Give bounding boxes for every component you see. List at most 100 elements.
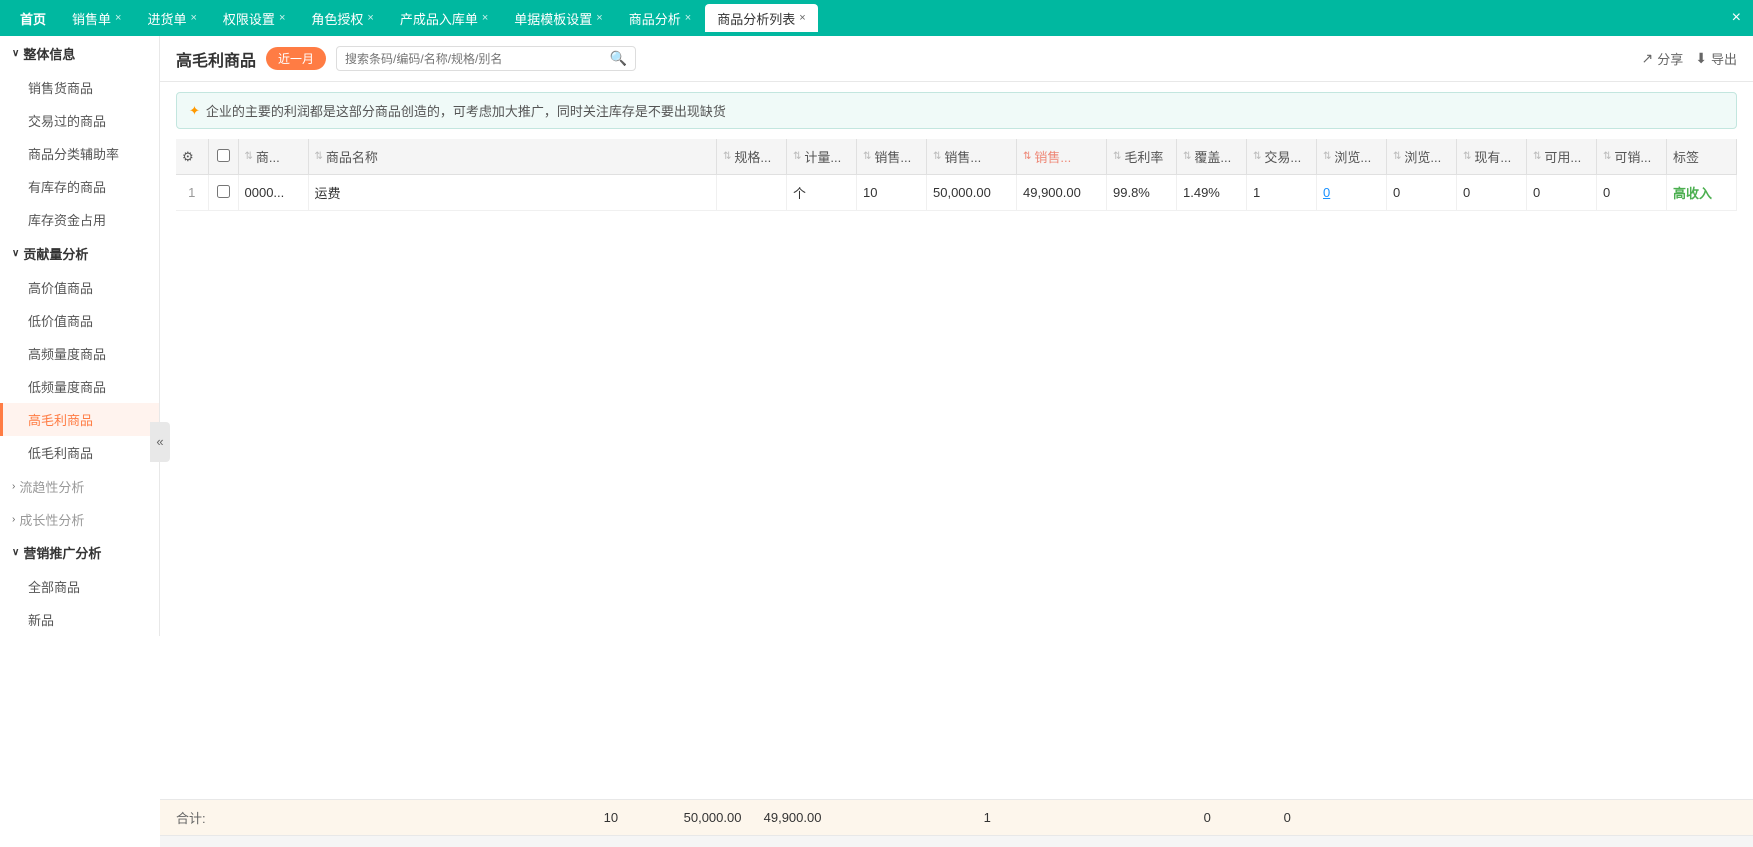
td-spec: [717, 175, 787, 211]
search-input[interactable]: [345, 52, 604, 66]
th-browse1[interactable]: ⇅浏览...: [1317, 139, 1387, 175]
th-sellable[interactable]: ⇅可销...: [1597, 139, 1667, 175]
sidebar-item-high-value[interactable]: 高价值商品: [0, 271, 159, 304]
info-icon: ✦: [189, 103, 200, 119]
td-browse1[interactable]: 0: [1317, 175, 1387, 211]
th-sort-icon: ⇅: [793, 151, 801, 162]
table-header-row: ⚙ ⇅商... ⇅商品名称 ⇅规格...: [176, 139, 1737, 175]
nav-tab-permission-label: 权限设置: [223, 9, 275, 28]
arrow-icon-trend: ›: [12, 481, 15, 492]
nav-tab-purchase[interactable]: 进货单 ×: [135, 4, 208, 32]
td-available: 0: [1527, 175, 1597, 211]
nav-tab-home-label: 首页: [20, 9, 46, 28]
bottom-scrollbar[interactable]: [160, 835, 1753, 847]
nav-tab-analysis-label: 商品分析: [629, 9, 681, 28]
th-sort-icon: ⇅: [1183, 151, 1191, 162]
th-current-stock[interactable]: ⇅现有...: [1457, 139, 1527, 175]
arrow-icon-marketing: ∨: [12, 547, 19, 558]
share-button[interactable]: ↗ 分享: [1642, 49, 1684, 68]
footer-label: 合计:: [176, 808, 206, 827]
th-sort-icon: ⇅: [1253, 151, 1261, 162]
sidebar-group-growth[interactable]: › 成长性分析: [0, 502, 159, 535]
share-icon: ↗: [1642, 50, 1654, 67]
page-title: 高毛利商品: [176, 47, 256, 71]
sidebar-item-traded-goods[interactable]: 交易过的商品: [0, 104, 159, 137]
nav-tab-template-close[interactable]: ×: [596, 12, 602, 24]
nav-tab-product-storage[interactable]: 产成品入库单 ×: [388, 4, 500, 32]
th-sales-amount[interactable]: ⇅销售...: [927, 139, 1017, 175]
th-available[interactable]: ⇅可用...: [1527, 139, 1597, 175]
header-actions: ↗ 分享 ⬇ 导出: [1642, 49, 1738, 68]
sidebar-item-low-freq[interactable]: 低频量度商品: [0, 370, 159, 403]
select-all-checkbox[interactable]: [217, 149, 230, 162]
sidebar-group-marketing[interactable]: ∨ 营销推广分析: [0, 535, 159, 570]
search-box[interactable]: 🔍: [336, 46, 636, 71]
nav-tab-analysis-close[interactable]: ×: [685, 12, 691, 24]
th-name[interactable]: ⇅商品名称: [308, 139, 717, 175]
sidebar-item-sales-goods[interactable]: 销售货商品: [0, 71, 159, 104]
sidebar-item-low-margin[interactable]: 低毛利商品: [0, 436, 159, 469]
sidebar-item-high-margin[interactable]: 高毛利商品: [0, 403, 159, 436]
nav-tab-role-close[interactable]: ×: [367, 12, 373, 24]
td-name: 运费: [308, 175, 717, 211]
th-checkbox[interactable]: [208, 139, 238, 175]
export-button[interactable]: ⬇ 导出: [1695, 49, 1737, 68]
th-margin-rate[interactable]: ⇅毛利率: [1107, 139, 1177, 175]
sidebar-group-treasure-label: 贡献量分析: [23, 244, 88, 263]
sidebar-item-stocked-goods[interactable]: 有库存的商品: [0, 170, 159, 203]
th-tag[interactable]: 标签: [1667, 139, 1737, 175]
sidebar-collapse-button[interactable]: «: [150, 422, 170, 462]
sidebar-item-all-goods[interactable]: 全部商品: [0, 570, 159, 603]
th-trade-count[interactable]: ⇅交易...: [1247, 139, 1317, 175]
th-coverage[interactable]: ⇅覆盖...: [1177, 139, 1247, 175]
th-settings[interactable]: ⚙: [176, 139, 208, 175]
sidebar-group-treasure-items: 高价值商品 低价值商品 高频量度商品 低频量度商品 高毛利商品 低毛利商品: [0, 271, 159, 469]
sidebar: ∨ 整体信息 销售货商品 交易过的商品 商品分类辅助率 有库存的商品 库存资金占…: [0, 36, 160, 636]
th-sort-icon: ⇅: [315, 151, 323, 162]
td-browse2: 0: [1387, 175, 1457, 211]
info-banner: ✦ 企业的主要的利润都是这部分商品创造的，可考虑加大推广，同时关注库存是不要出现…: [176, 92, 1737, 129]
th-spec[interactable]: ⇅规格...: [717, 139, 787, 175]
nav-tab-product-storage-close[interactable]: ×: [482, 12, 488, 24]
th-sort-icon: ⇅: [1603, 151, 1611, 162]
sidebar-group-overall[interactable]: ∨ 整体信息: [0, 36, 159, 71]
nav-tab-analysis[interactable]: 商品分析 ×: [617, 4, 703, 32]
nav-tab-analysis-list-close[interactable]: ×: [799, 12, 805, 24]
nav-tab-template[interactable]: 单据模板设置 ×: [502, 4, 614, 32]
nav-tab-sales-close[interactable]: ×: [115, 12, 121, 24]
sidebar-item-analysis-assist[interactable]: 商品分类辅助率: [0, 137, 159, 170]
nav-tab-permission-close[interactable]: ×: [279, 12, 285, 24]
th-sort-icon: ⇅: [1533, 151, 1541, 162]
sidebar-item-new-goods[interactable]: 新品: [0, 603, 159, 636]
footer-available: 0: [1278, 810, 1358, 825]
th-sort-icon: ⇅: [1113, 151, 1121, 162]
share-label: 分享: [1657, 49, 1683, 68]
sidebar-group-trend[interactable]: › 流趋性分析: [0, 469, 159, 502]
close-all-button[interactable]: ×: [1728, 9, 1745, 27]
nav-tab-home[interactable]: 首页: [8, 4, 58, 32]
nav-tab-permission[interactable]: 权限设置 ×: [211, 4, 297, 32]
sidebar-group-treasure[interactable]: ∨ 贡献量分析: [0, 236, 159, 271]
th-unit[interactable]: ⇅计量...: [787, 139, 857, 175]
collapse-icon: «: [156, 434, 163, 449]
filter-button[interactable]: 近一月: [266, 47, 326, 70]
th-sales-profit[interactable]: ⇅销售...: [1017, 139, 1107, 175]
sidebar-item-high-freq[interactable]: 高频量度商品: [0, 337, 159, 370]
arrow-icon-growth: ›: [12, 514, 15, 525]
th-sort-icon: ⇅: [723, 151, 731, 162]
td-checkbox[interactable]: [208, 175, 238, 211]
row-checkbox[interactable]: [217, 185, 230, 198]
th-sales-qty[interactable]: ⇅销售...: [857, 139, 927, 175]
th-browse2[interactable]: ⇅浏览...: [1387, 139, 1457, 175]
search-icon[interactable]: 🔍: [610, 50, 627, 67]
sidebar-item-low-value[interactable]: 低价值商品: [0, 304, 159, 337]
td-code: 0000...: [238, 175, 308, 211]
main-layout: ∨ 整体信息 销售货商品 交易过的商品 商品分类辅助率 有库存的商品 库存资金占…: [0, 36, 1753, 847]
th-code[interactable]: ⇅商...: [238, 139, 308, 175]
nav-tab-role[interactable]: 角色授权 ×: [299, 4, 385, 32]
sidebar-item-stock-capital[interactable]: 库存资金占用: [0, 203, 159, 236]
nav-tab-purchase-close[interactable]: ×: [190, 12, 196, 24]
td-unit: 个: [787, 175, 857, 211]
nav-tab-sales[interactable]: 销售单 ×: [60, 4, 133, 32]
nav-tab-analysis-list[interactable]: 商品分析列表 ×: [705, 4, 817, 32]
